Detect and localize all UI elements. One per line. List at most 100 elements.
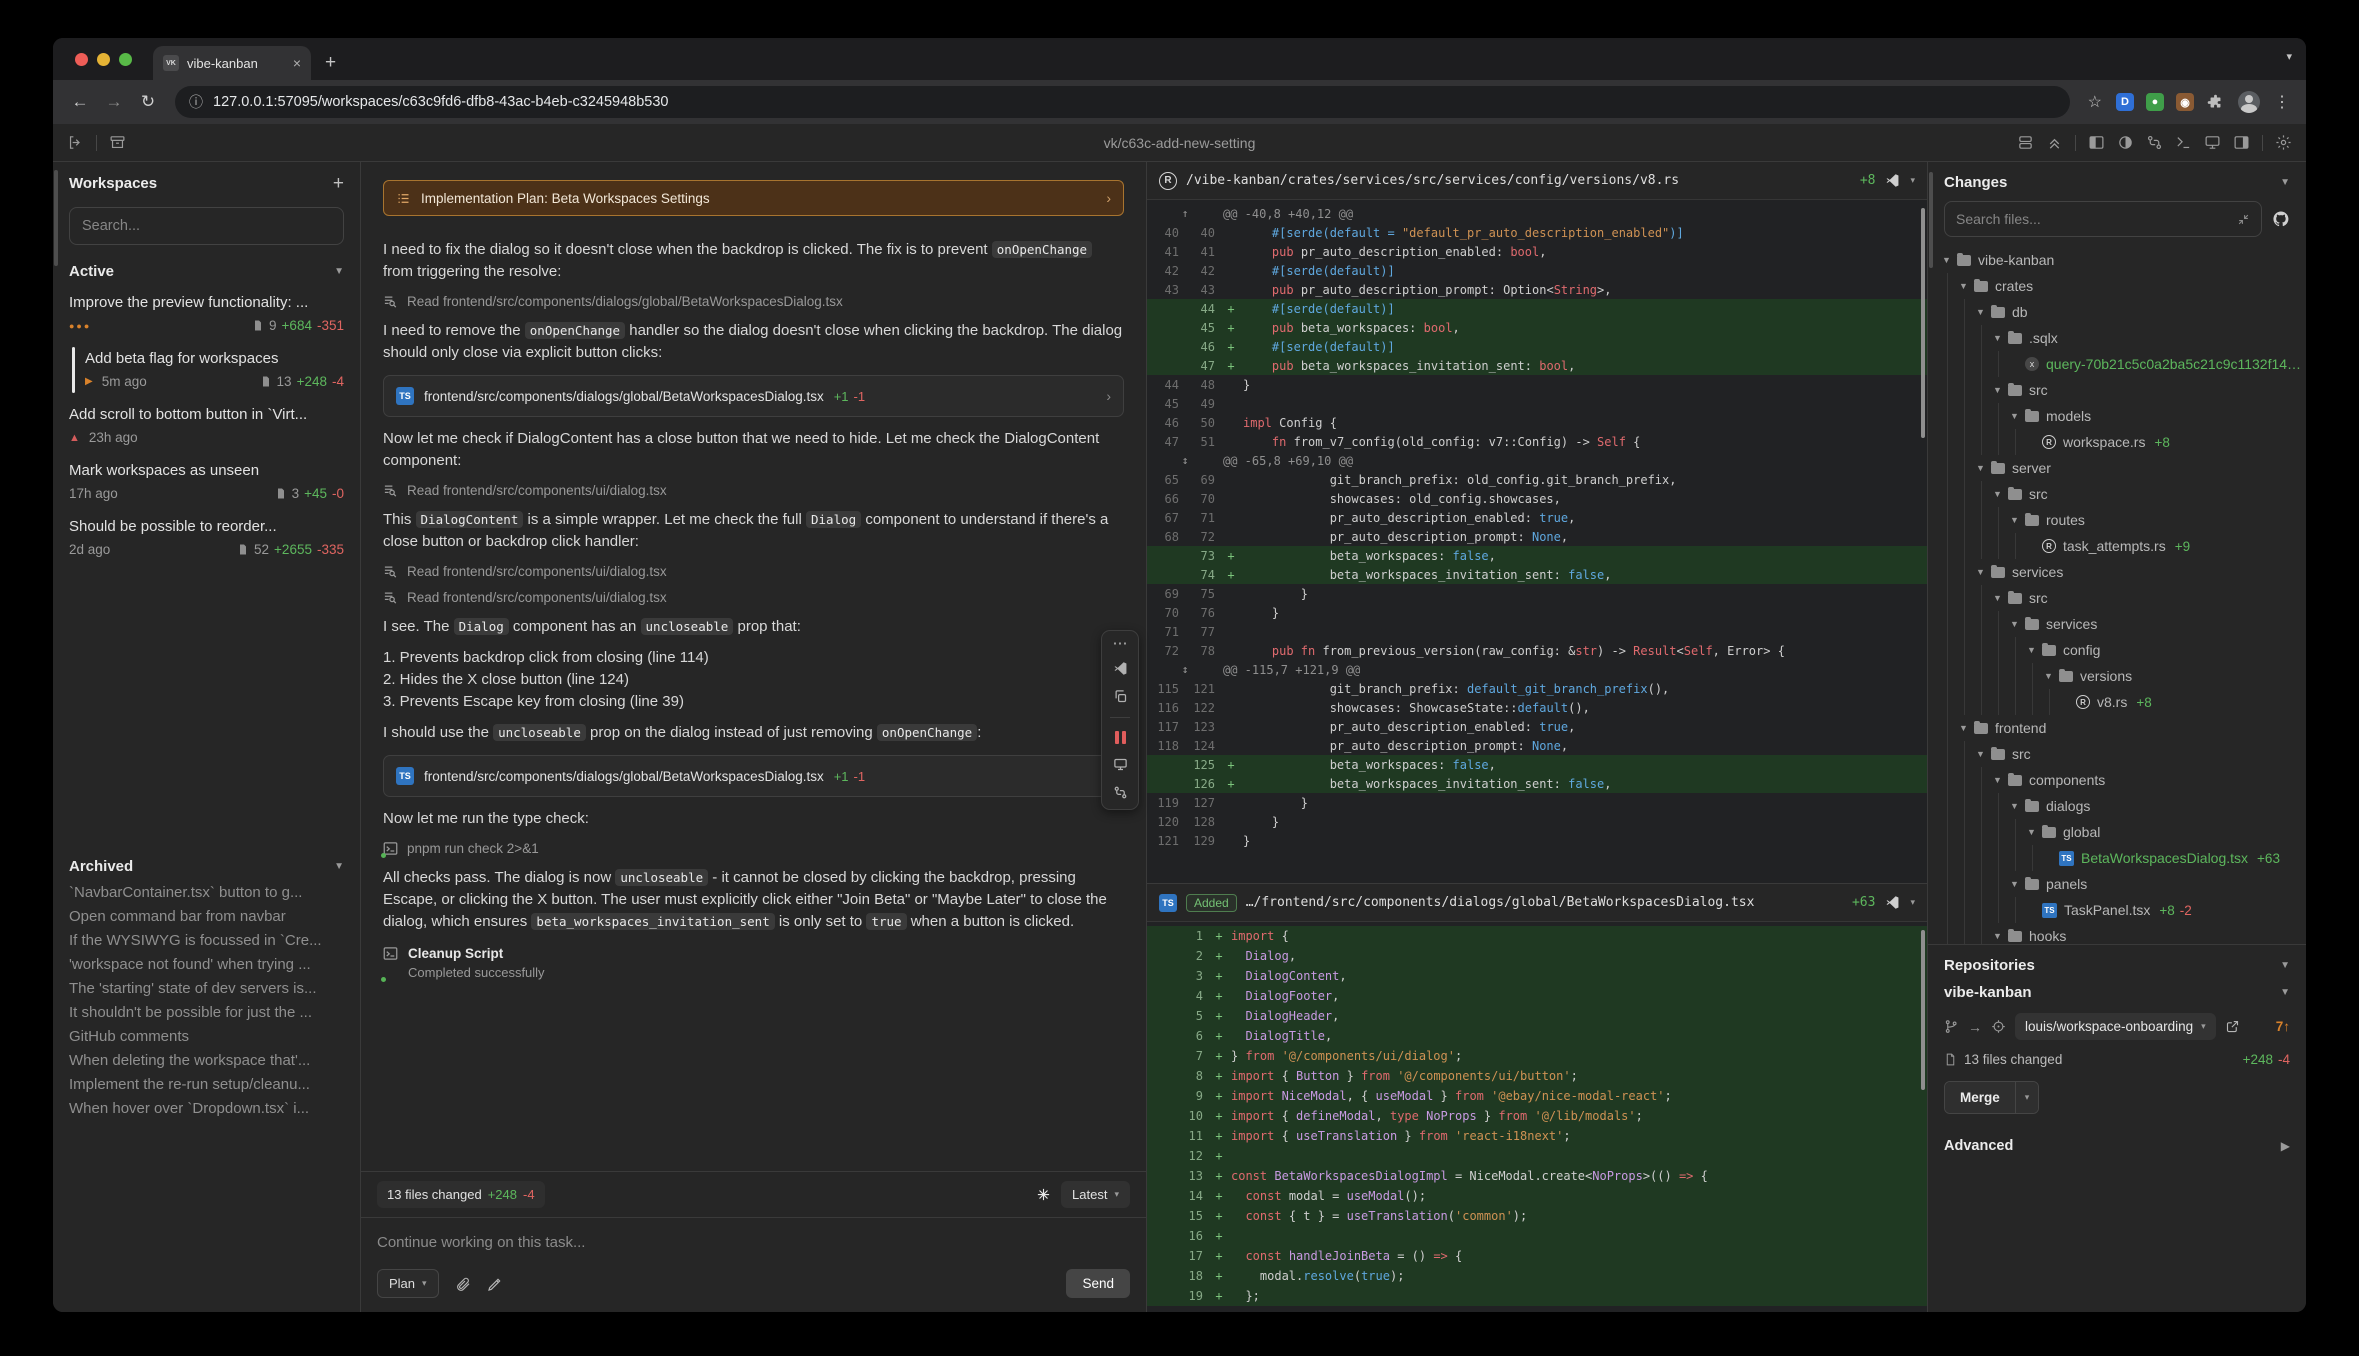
hunk-header[interactable]: ↕ @@ -65,8 +69,10 @@	[1147, 451, 1927, 470]
diff-header[interactable]: R /vibe-kanban/crates/services/src/servi…	[1147, 162, 1927, 200]
repositories-header[interactable]: Repositories ▼	[1944, 955, 2290, 974]
edited-file-card[interactable]: TS frontend/src/components/dialogs/global…	[383, 375, 1124, 417]
extension-icon-3[interactable]: ◉	[2176, 93, 2194, 111]
archived-workspace-item[interactable]: The 'starting' state of dev servers is..…	[69, 977, 344, 1001]
merge-options-dropdown[interactable]: ▾	[2014, 1082, 2039, 1113]
workspace-item[interactable]: Should be possible to reorder... 2d ago 52…	[69, 510, 344, 566]
mode-dropdown[interactable]: Plan ▾	[377, 1269, 439, 1298]
tree-folder-row[interactable]: ▼ dialogs	[1942, 793, 2306, 819]
open-vscode-icon[interactable]	[1113, 661, 1128, 676]
minimize-window-button[interactable]	[97, 53, 110, 66]
browser-menu-icon[interactable]: ⋮	[2274, 92, 2290, 112]
tree-folder-row[interactable]: ▼ versions	[1942, 663, 2306, 689]
attach-file-icon[interactable]	[455, 1276, 471, 1292]
tree-folder-row[interactable]: ▼ hooks	[1942, 923, 2306, 944]
archived-workspace-item[interactable]: If the WYSIWYG is focussed in `Cre...	[69, 929, 344, 953]
archived-workspace-item[interactable]: It shouldn't be possible for just the ..…	[69, 1001, 344, 1025]
settings-gear-icon[interactable]	[2275, 134, 2292, 151]
send-button[interactable]: Send	[1066, 1269, 1130, 1298]
tab-close-icon[interactable]: ×	[293, 55, 301, 71]
tree-file-row[interactable]: TS BetaWorkspacesDialog.tsx +63	[1942, 845, 2306, 871]
read-tool-call[interactable]: Read frontend/src/components/dialogs/glo…	[383, 294, 1124, 309]
copy-icon[interactable]	[1113, 689, 1128, 704]
window-controls[interactable]	[75, 53, 132, 66]
tree-folder-row[interactable]: ▼ .sqlx	[1942, 325, 2306, 351]
open-vscode-icon[interactable]	[1885, 895, 1900, 910]
back-icon[interactable]: ←	[65, 92, 95, 112]
diff-scrollbar[interactable]	[1921, 208, 1925, 438]
terminal-tool-call[interactable]: pnpm run check 2>&1	[381, 841, 1124, 858]
collapse-all-icon[interactable]	[2046, 134, 2063, 151]
git-compare-icon[interactable]	[1113, 785, 1128, 800]
tree-folder-row[interactable]: ▼ config	[1942, 637, 2306, 663]
layout-rows-icon[interactable]	[2017, 134, 2034, 151]
tree-folder-row[interactable]: ▼ panels	[1942, 871, 2306, 897]
tree-folder-row[interactable]: ▼ services	[1942, 559, 2306, 585]
open-pr-external-icon[interactable]	[2225, 1019, 2240, 1034]
read-tool-call[interactable]: Read frontend/src/components/ui/dialog.t…	[383, 564, 1124, 579]
more-actions-icon[interactable]: ⋯	[1113, 636, 1128, 651]
branch-dropdown[interactable]: louis/workspace-onboarding ▾	[2015, 1013, 2216, 1040]
tree-folder-row[interactable]: ▼ components	[1942, 767, 2306, 793]
site-info-icon[interactable]: ⓘ	[189, 92, 203, 112]
extensions-puzzle-icon[interactable]	[2206, 93, 2224, 111]
add-workspace-button[interactable]: +	[333, 174, 344, 193]
expand-hunk-icon[interactable]: ↕	[1147, 663, 1223, 676]
new-tab-button[interactable]: +	[325, 52, 336, 74]
panel-left-icon[interactable]	[2088, 134, 2105, 151]
reload-icon[interactable]: ↻	[133, 92, 163, 112]
close-window-button[interactable]	[75, 53, 88, 66]
archive-icon[interactable]	[109, 134, 126, 151]
changes-scrollbar[interactable]	[1929, 172, 1933, 268]
file-search-input[interactable]: Search files...	[1944, 201, 2262, 237]
expand-hunk-icon[interactable]: ↑	[1147, 207, 1223, 220]
extension-icon-2[interactable]: ●	[2146, 93, 2164, 111]
preview-monitor-icon[interactable]	[1113, 757, 1128, 772]
extension-icon-1[interactable]: D	[2116, 93, 2134, 111]
archived-workspace-item[interactable]: Implement the re-run setup/cleanu...	[69, 1073, 344, 1097]
latest-dropdown[interactable]: Latest ▾	[1061, 1181, 1130, 1208]
tree-folder-row[interactable]: ▼ src	[1942, 585, 2306, 611]
tree-folder-row[interactable]: ▼ vibe-kanban	[1942, 247, 2306, 273]
tree-folder-row[interactable]: ▼ db	[1942, 299, 2306, 325]
terminal-icon[interactable]	[2175, 134, 2192, 151]
diff-scrollbar[interactable]	[1921, 930, 1925, 1090]
open-vscode-icon[interactable]	[1885, 173, 1900, 188]
stop-agent-icon[interactable]	[1114, 731, 1126, 744]
merge-button[interactable]: Merge	[1945, 1082, 2015, 1113]
hunk-header[interactable]: ↑ @@ -40,8 +40,12 @@	[1147, 204, 1927, 223]
zoom-window-button[interactable]	[119, 53, 132, 66]
tree-folder-row[interactable]: ▼ server	[1942, 455, 2306, 481]
message-input[interactable]: Continue working on this task...	[377, 1234, 1130, 1251]
expand-hunk-icon[interactable]: ↕	[1147, 454, 1223, 467]
collapse-diff-icon[interactable]: ▾	[1910, 175, 1915, 186]
archived-section-header[interactable]: Archived ▼	[69, 858, 344, 875]
hunk-header[interactable]: ↕ @@ -115,7 +121,9 @@	[1147, 660, 1927, 679]
tree-folder-row[interactable]: ▼ frontend	[1942, 715, 2306, 741]
advanced-section-toggle[interactable]: Advanced ▶	[1944, 1138, 2290, 1154]
cleanup-script-block[interactable]: Cleanup Script Completed successfully	[381, 946, 1124, 982]
tree-file-row[interactable]: Rv8.rs +8	[1942, 689, 2306, 715]
tree-folder-row[interactable]: ▼ crates	[1942, 273, 2306, 299]
workspace-item[interactable]: Add scroll to bottom button in `Virt... ▲…	[69, 398, 344, 454]
tree-file-row[interactable]: Rworkspace.rs +8	[1942, 429, 2306, 455]
archived-workspace-item[interactable]: When hover over `Dropdown.tsx` i...	[69, 1097, 344, 1121]
files-changed-badge[interactable]: 13 files changed +248 -4	[377, 1181, 545, 1208]
workspace-item[interactable]: Improve the preview functionality: ... ●●…	[69, 286, 344, 342]
collapse-tree-icon[interactable]	[2237, 213, 2250, 226]
url-bar[interactable]: ⓘ 127.0.0.1:57095/workspaces/c63c9fd6-df…	[175, 86, 2070, 118]
bookmark-star-icon[interactable]: ☆	[2088, 92, 2102, 112]
archived-workspace-item[interactable]: GitHub comments	[69, 1025, 344, 1049]
tree-folder-row[interactable]: ▼ routes	[1942, 507, 2306, 533]
tree-file-row[interactable]: TS TaskPanel.tsx +8 -2	[1942, 897, 2306, 923]
diff-header[interactable]: TS Added …/frontend/src/components/dialo…	[1147, 884, 1927, 922]
repository-row[interactable]: vibe-kanban ▼	[1944, 984, 2290, 1001]
tab-search-icon[interactable]: ▾	[2286, 50, 2292, 63]
tree-folder-row[interactable]: ▼ src	[1942, 377, 2306, 403]
read-tool-call[interactable]: Read frontend/src/components/ui/dialog.t…	[383, 483, 1124, 498]
implementation-plan-banner[interactable]: Implementation Plan: Beta Workspaces Set…	[383, 180, 1124, 216]
collapse-diff-icon[interactable]: ▾	[1910, 897, 1915, 908]
tree-file-row[interactable]: Rtask_attempts.rs +9	[1942, 533, 2306, 559]
tree-folder-row[interactable]: ▼ global	[1942, 819, 2306, 845]
tree-folder-row[interactable]: ▼ src	[1942, 481, 2306, 507]
